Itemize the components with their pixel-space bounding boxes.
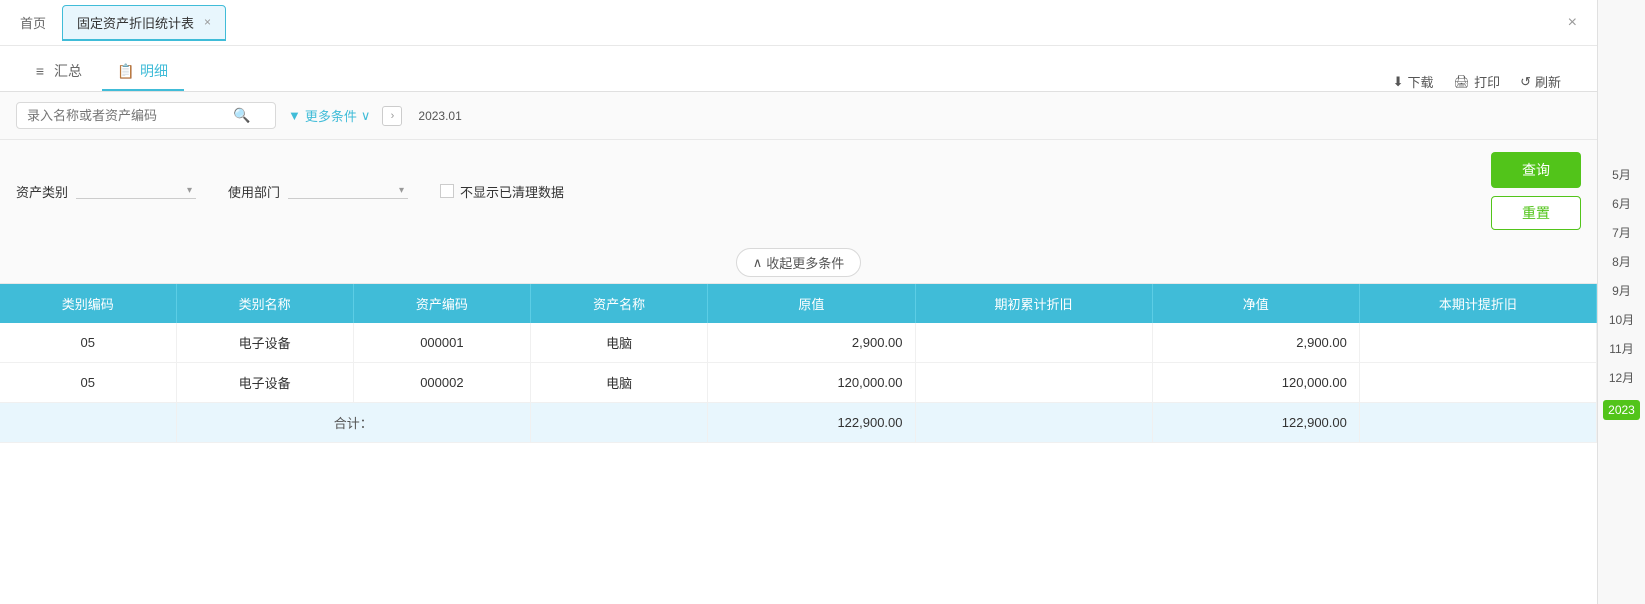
tab-detail-label: 明细 — [140, 61, 168, 81]
total-icon-cell — [0, 403, 176, 443]
cell-asset-code: 000002 — [353, 363, 530, 403]
col-current-dep: 本期计提折旧 — [1359, 284, 1596, 323]
tab-summary[interactable]: ≡ 汇总 — [16, 53, 98, 91]
cell-asset-code: 000001 — [353, 323, 530, 363]
summary-icon: ≡ — [32, 63, 48, 79]
nav-tab-label: 固定资产折旧统计表 — [77, 13, 194, 32]
filter-hide-cleared: 不显示已清理数据 — [440, 182, 564, 201]
total-asset-name — [531, 403, 708, 443]
filter-buttons: 查询 重置 — [1491, 152, 1581, 230]
table-row[interactable]: 05 电子设备 000002 电脑 120,000.00 120,000.00 — [0, 363, 1597, 403]
collapse-icon: ∧ — [753, 255, 763, 271]
search-input[interactable] — [27, 108, 227, 123]
filter-department: 使用部门 ▾ — [228, 182, 408, 201]
col-original: 原值 — [708, 284, 915, 323]
col-asset-name: 资产名称 — [531, 284, 708, 323]
search-bar: 🔍 ▼ 更多条件 ∨ › 2023.01 — [0, 92, 1597, 140]
right-sidebar: 5月6月7月8月9月10月11月12月 2023 — [1597, 0, 1645, 604]
tab-summary-label: 汇总 — [54, 61, 82, 81]
cell-current-dep — [1359, 363, 1596, 403]
department-select-arrow: ▾ — [399, 185, 404, 196]
cell-accum-dep — [915, 323, 1152, 363]
nav-tab-fixed-assets[interactable]: 固定资产折旧统计表 × — [62, 5, 226, 41]
download-label: 下载 — [1408, 72, 1434, 91]
cell-asset-name: 电脑 — [531, 363, 708, 403]
sidebar-month-item[interactable]: 7月 — [1605, 218, 1638, 247]
total-label: 合计： — [176, 403, 530, 443]
print-icon: 🖨 — [1454, 74, 1471, 90]
data-table: 类别编码 类别名称 资产编码 资产名称 原值 期初累计折旧 净值 本期计提折旧 … — [0, 284, 1597, 443]
nav-tab-close[interactable]: × — [204, 15, 211, 29]
reset-button[interactable]: 重置 — [1491, 196, 1581, 230]
search-input-wrap[interactable]: 🔍 — [16, 102, 276, 129]
sidebar-month-item[interactable]: 8月 — [1605, 247, 1638, 276]
download-button[interactable]: ⬇ 下载 — [1393, 72, 1434, 91]
cell-asset-name: 电脑 — [531, 323, 708, 363]
more-conditions-arrow: ∨ — [361, 108, 371, 124]
cell-cat-code: 05 — [0, 363, 176, 403]
sidebar-month-item[interactable]: 6月 — [1605, 189, 1638, 218]
nav-home[interactable]: 首页 — [12, 13, 54, 32]
table-total-row: 合计： 122,900.00 122,900.00 — [0, 403, 1597, 443]
refresh-button[interactable]: ↺ 刷新 — [1520, 72, 1561, 91]
more-conditions-button[interactable]: ▼ 更多条件 ∨ — [288, 106, 370, 125]
col-accum-dep: 期初累计折旧 — [915, 284, 1152, 323]
cell-cat-name: 电子设备 — [176, 363, 353, 403]
department-label: 使用部门 — [228, 182, 280, 201]
data-table-wrap: 类别编码 类别名称 资产编码 资产名称 原值 期初累计折旧 净值 本期计提折旧 … — [0, 284, 1597, 604]
tab-detail[interactable]: 📋 明细 — [102, 53, 184, 91]
col-asset-code: 资产编码 — [353, 284, 530, 323]
cell-net-value: 2,900.00 — [1152, 323, 1359, 363]
sidebar-month-item[interactable]: 12月 — [1605, 363, 1638, 392]
hide-cleared-label: 不显示已清理数据 — [460, 182, 564, 201]
total-original: 122,900.00 — [708, 403, 915, 443]
filter-row: 资产类别 ▾ 使用部门 ▾ 不显示已清理数据 查询 重置 — [16, 152, 1581, 242]
hide-cleared-checkbox[interactable] — [440, 184, 454, 198]
collapse-more-button[interactable]: ∧ 收起更多条件 — [736, 248, 862, 277]
cell-original: 120,000.00 — [708, 363, 915, 403]
cell-cat-code: 05 — [0, 323, 176, 363]
search-icon: 🔍 — [233, 107, 250, 124]
table-row[interactable]: 05 电子设备 000001 电脑 2,900.00 2,900.00 — [0, 323, 1597, 363]
cell-cat-name: 电子设备 — [176, 323, 353, 363]
sidebar-month-item[interactable]: 5月 — [1605, 160, 1638, 189]
top-nav: 首页 固定资产折旧统计表 × × — [0, 0, 1597, 46]
print-button[interactable]: 🖨 打印 — [1454, 72, 1501, 91]
col-cat-name: 类别名称 — [176, 284, 353, 323]
collapse-more-section: ∧ 收起更多条件 — [16, 242, 1581, 283]
tab-bar: ≡ 汇总 📋 明细 ⬇ 下载 🖨 打印 ↺ 刷新 — [0, 46, 1597, 92]
download-icon: ⬇ — [1393, 74, 1404, 90]
date-display: 2023.01 — [414, 105, 465, 127]
filter-category: 资产类别 ▾ — [16, 182, 196, 201]
sidebar-month-item[interactable]: 9月 — [1605, 276, 1638, 305]
collapse-sidebar-button[interactable]: › — [382, 106, 402, 126]
filter-area: 资产类别 ▾ 使用部门 ▾ 不显示已清理数据 查询 重置 — [0, 140, 1597, 284]
print-label: 打印 — [1474, 72, 1500, 91]
refresh-icon: ↺ — [1520, 74, 1531, 90]
sidebar-month-item[interactable]: 10月 — [1605, 305, 1638, 334]
category-select-arrow: ▾ — [187, 185, 192, 196]
cell-current-dep — [1359, 323, 1596, 363]
col-cat-code: 类别编码 — [0, 284, 176, 323]
col-net-value: 净值 — [1152, 284, 1359, 323]
total-net-value: 122,900.00 — [1152, 403, 1359, 443]
year-badge[interactable]: 2023 — [1603, 400, 1640, 420]
total-accum-dep — [915, 403, 1152, 443]
sidebar-month-item[interactable]: 11月 — [1605, 334, 1638, 363]
department-select[interactable]: ▾ — [288, 183, 408, 199]
refresh-label: 刷新 — [1535, 72, 1561, 91]
window-close-button[interactable]: × — [1560, 14, 1585, 32]
cell-net-value: 120,000.00 — [1152, 363, 1359, 403]
query-button[interactable]: 查询 — [1491, 152, 1581, 188]
table-header-row: 类别编码 类别名称 资产编码 资产名称 原值 期初累计折旧 净值 本期计提折旧 — [0, 284, 1597, 323]
more-conditions-label: 更多条件 — [305, 106, 357, 125]
detail-icon: 📋 — [118, 63, 134, 79]
category-label: 资产类别 — [16, 182, 68, 201]
filter-icon: ▼ — [288, 108, 301, 123]
collapse-label: 收起更多条件 — [766, 253, 844, 272]
cell-original: 2,900.00 — [708, 323, 915, 363]
cell-accum-dep — [915, 363, 1152, 403]
total-current-dep — [1359, 403, 1596, 443]
category-select[interactable]: ▾ — [76, 183, 196, 199]
